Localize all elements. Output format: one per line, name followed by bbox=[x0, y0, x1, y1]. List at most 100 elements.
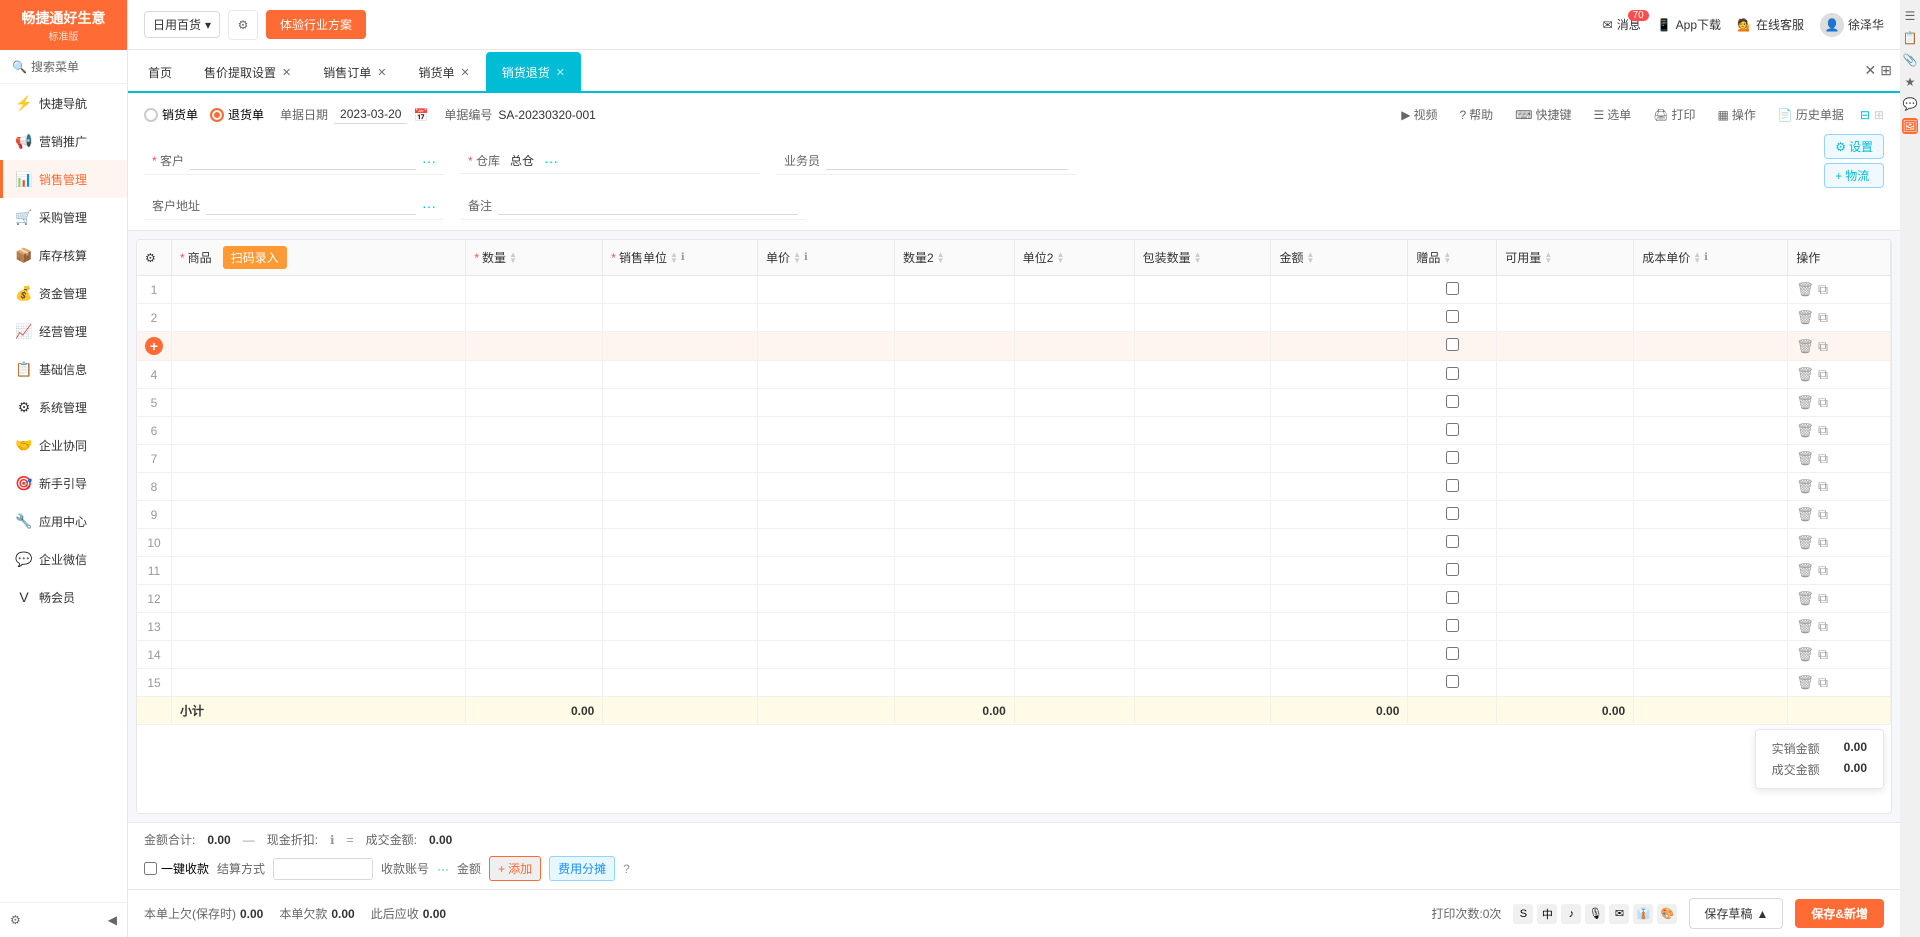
sidebar-item-guide[interactable]: 🎯 新手引导 bbox=[0, 464, 127, 502]
tab-sale-bill-close[interactable]: ✕ bbox=[461, 66, 470, 79]
warehouse-ellipsis[interactable]: ··· bbox=[544, 153, 558, 169]
save-new-btn[interactable]: 保存&新增 bbox=[1795, 899, 1884, 928]
gift-cell[interactable] bbox=[1408, 304, 1497, 332]
user-profile[interactable]: 👤 徐泽华 bbox=[1820, 13, 1884, 37]
delete-row-btn[interactable]: 🗑 bbox=[1796, 281, 1814, 298]
copy-row-btn[interactable]: ⧉ bbox=[1818, 478, 1828, 495]
gift-checkbox[interactable] bbox=[1446, 535, 1459, 548]
message-notif[interactable]: ✉ 消息 70 bbox=[1603, 16, 1641, 33]
cost-cell-active[interactable] bbox=[1634, 332, 1788, 361]
settings-gear-icon[interactable]: ⚙ bbox=[10, 913, 21, 927]
sidebar-item-appstore[interactable]: 🔧 应用中心 bbox=[0, 502, 127, 540]
one-click-pay-checkbox[interactable] bbox=[144, 862, 157, 875]
customer-ellipsis[interactable]: ··· bbox=[422, 153, 436, 169]
tab-sale-order-close[interactable]: ✕ bbox=[377, 66, 386, 79]
sidebar-item-inventory[interactable]: 📦 库存核算 bbox=[0, 236, 127, 274]
delete-row-btn[interactable]: 🗑 bbox=[1796, 590, 1814, 607]
unit-info-icon[interactable]: ℹ bbox=[681, 252, 685, 263]
copy-row-btn[interactable]: ⧉ bbox=[1818, 394, 1828, 411]
fee-split-btn[interactable]: 费用分摊 bbox=[549, 856, 615, 881]
tab-sale-order[interactable]: 销售订单 ✕ bbox=[307, 52, 402, 91]
experience-btn[interactable]: 体验行业方案 bbox=[266, 10, 366, 39]
copy-row-btn[interactable]: ⧉ bbox=[1818, 366, 1828, 383]
unit-cell[interactable] bbox=[603, 276, 758, 304]
price-info-icon[interactable]: ℹ bbox=[804, 252, 808, 263]
radio-return[interactable]: 退货单 bbox=[210, 106, 264, 123]
unit-cell-active[interactable] bbox=[603, 332, 758, 361]
gift-checkbox[interactable] bbox=[1446, 479, 1459, 492]
copy-row-btn[interactable]: ⧉ bbox=[1818, 422, 1828, 439]
pkg-cell-active[interactable] bbox=[1134, 332, 1271, 361]
delete-row-btn[interactable]: 🗑 bbox=[1796, 506, 1814, 523]
sidebar-item-system[interactable]: ⚙ 系统管理 bbox=[0, 388, 127, 426]
date-value[interactable]: 2023-03-20 bbox=[334, 105, 407, 124]
delete-row-btn[interactable]: 🗑 bbox=[1796, 450, 1814, 467]
remark-input[interactable] bbox=[498, 196, 798, 215]
tab-sale-price-close[interactable]: ✕ bbox=[282, 66, 291, 79]
amount-cell-active[interactable] bbox=[1271, 332, 1408, 361]
delete-row-btn[interactable]: 🗑 bbox=[1796, 422, 1814, 439]
gift-checkbox[interactable] bbox=[1446, 563, 1459, 576]
calendar-icon[interactable]: 📅 bbox=[413, 108, 428, 122]
logistics-btn[interactable]: + 物流 bbox=[1824, 163, 1884, 188]
tab-sale-price[interactable]: 售价提取设置 ✕ bbox=[188, 52, 307, 91]
staff-input[interactable] bbox=[826, 151, 1068, 170]
delete-row-btn[interactable]: 🗑 bbox=[1796, 309, 1814, 326]
th-settings[interactable]: ⚙ bbox=[137, 240, 172, 276]
list-view-icon[interactable]: ⊞ bbox=[1874, 108, 1884, 122]
cost-cell[interactable] bbox=[1634, 304, 1788, 332]
customer-input[interactable] bbox=[190, 151, 416, 170]
price-cell[interactable] bbox=[758, 304, 895, 332]
copy-row-btn[interactable]: ⧉ bbox=[1818, 450, 1828, 467]
delete-row-btn[interactable]: 🗑 bbox=[1796, 366, 1814, 383]
copy-row-btn[interactable]: ⧉ bbox=[1818, 534, 1828, 551]
sidebar-item-operations[interactable]: 📈 经营管理 bbox=[0, 312, 127, 350]
discount-info-icon[interactable]: ℹ bbox=[330, 833, 335, 847]
right-panel-icon-1[interactable]: ☰ bbox=[1902, 8, 1918, 24]
gift-checkbox[interactable] bbox=[1446, 367, 1459, 380]
industry-select[interactable]: 日用百货 ▾ bbox=[144, 11, 220, 38]
delete-row-btn[interactable]: 🗑 bbox=[1796, 338, 1814, 355]
price-cell[interactable] bbox=[758, 276, 895, 304]
gift-cell[interactable] bbox=[1408, 276, 1497, 304]
print-btn[interactable]: 🖨 打印 bbox=[1647, 103, 1701, 126]
delete-row-btn[interactable]: 🗑 bbox=[1796, 618, 1814, 635]
grid-view-icon[interactable]: ⊟ bbox=[1860, 108, 1870, 122]
help-btn[interactable]: ? 帮助 bbox=[1453, 103, 1499, 126]
sidebar-item-quick-nav[interactable]: ⚡ 快捷导航 bbox=[0, 84, 127, 122]
one-click-pay-check[interactable]: 一键收款 bbox=[144, 860, 209, 877]
pkg-cell[interactable] bbox=[1134, 304, 1271, 332]
copy-row-btn[interactable]: ⧉ bbox=[1818, 618, 1828, 635]
gift-checkbox[interactable] bbox=[1446, 591, 1459, 604]
sidebar-item-purchase[interactable]: 🛒 采购管理 bbox=[0, 198, 127, 236]
qty-cell[interactable] bbox=[466, 276, 603, 304]
price-cell-active[interactable] bbox=[758, 332, 895, 361]
shortcuts-btn[interactable]: ⌨ 快捷键 bbox=[1509, 103, 1577, 126]
tab-home[interactable]: 首页 bbox=[132, 52, 188, 91]
tab-sale-return-close[interactable]: ✕ bbox=[556, 66, 565, 79]
sys-icon-5[interactable]: ✉ bbox=[1609, 904, 1629, 924]
copy-row-btn[interactable]: ⧉ bbox=[1818, 646, 1828, 663]
qty-cell-active[interactable] bbox=[466, 332, 603, 361]
delete-row-btn[interactable]: 🗑 bbox=[1796, 534, 1814, 551]
sidebar-item-wechat[interactable]: 💬 企业微信 bbox=[0, 540, 127, 578]
collapse-sidebar-icon[interactable]: ◀ bbox=[108, 913, 117, 927]
delete-row-btn[interactable]: 🗑 bbox=[1796, 674, 1814, 691]
gift-checkbox[interactable] bbox=[1446, 647, 1459, 660]
settings-side-btn[interactable]: ⚙ 设置 bbox=[1824, 134, 1884, 159]
address-input[interactable] bbox=[206, 196, 416, 215]
save-draft-btn[interactable]: 保存草稿 ▲ bbox=[1689, 898, 1783, 929]
product-cell[interactable] bbox=[172, 304, 466, 332]
available-cell[interactable] bbox=[1497, 304, 1634, 332]
sidebar-search[interactable]: 🔍 搜索菜单 bbox=[0, 50, 127, 84]
gift-checkbox[interactable] bbox=[1446, 282, 1459, 295]
gift-cell-active[interactable] bbox=[1408, 332, 1497, 361]
product-cell[interactable] bbox=[172, 276, 466, 304]
unit2-cell[interactable] bbox=[1014, 276, 1134, 304]
qty-cell[interactable] bbox=[466, 304, 603, 332]
table-settings-icon[interactable]: ⚙ bbox=[145, 251, 156, 265]
gift-checkbox[interactable] bbox=[1446, 507, 1459, 520]
qty2-cell[interactable] bbox=[894, 304, 1014, 332]
amount-cell[interactable] bbox=[1271, 276, 1408, 304]
gift-checkbox[interactable] bbox=[1446, 423, 1459, 436]
